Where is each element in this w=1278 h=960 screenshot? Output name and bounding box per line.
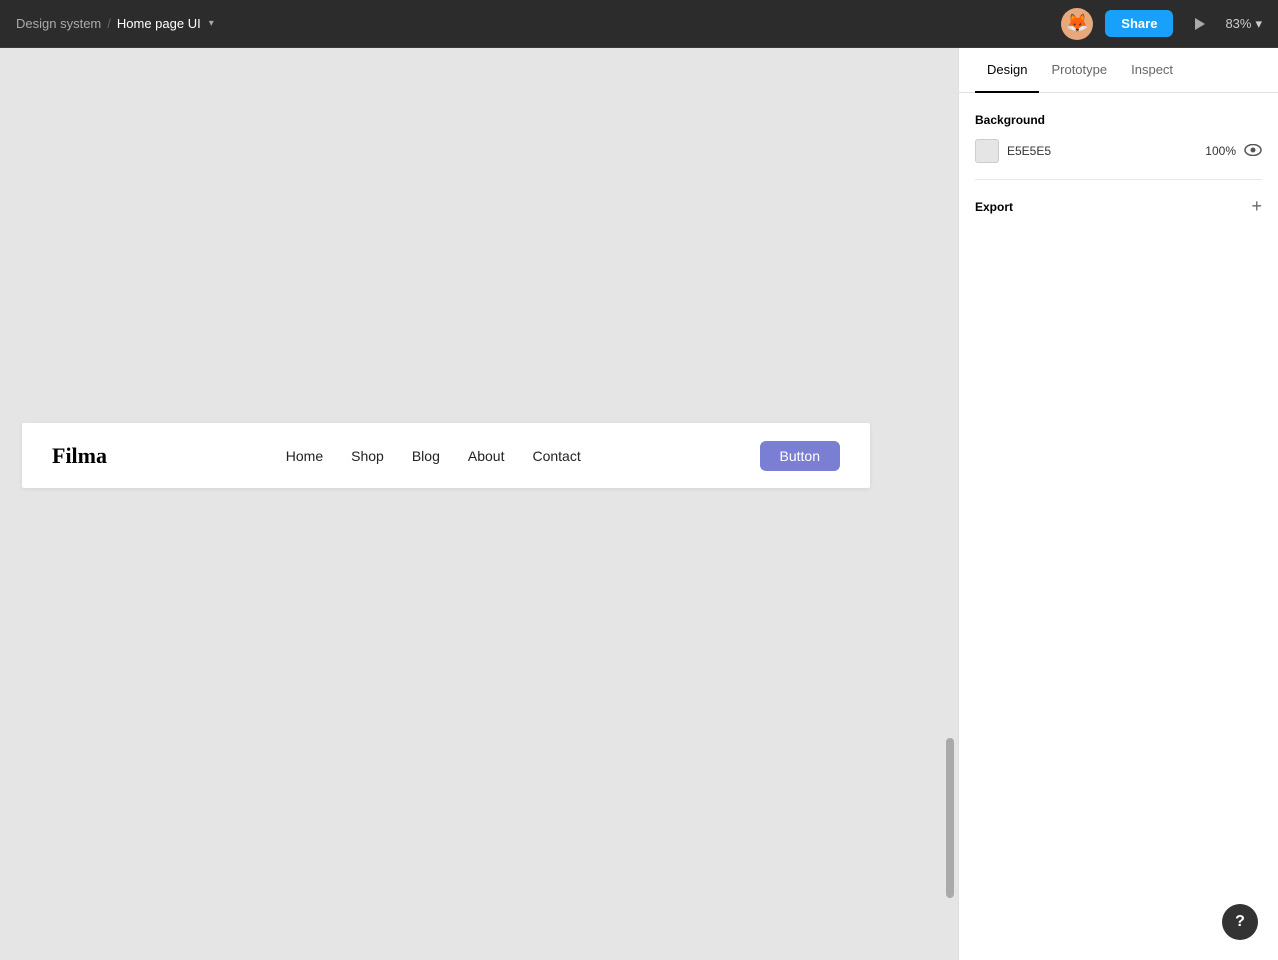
- right-panel: Design Prototype Inspect Background E5E5…: [958, 48, 1278, 960]
- zoom-level: 83%: [1225, 16, 1251, 31]
- topbar: Design system / Home page UI ▾ 🦊 Share 8…: [0, 0, 1278, 48]
- export-add-icon[interactable]: +: [1251, 196, 1262, 217]
- main-area: Filma Home Shop Blog About Contact Butto…: [0, 48, 1278, 960]
- frame-logo: Filma: [52, 443, 107, 469]
- breadcrumb-prefix: Design system: [16, 16, 101, 31]
- background-hex-value: E5E5E5: [1007, 144, 1188, 158]
- canvas[interactable]: Filma Home Shop Blog About Contact Butto…: [0, 48, 958, 960]
- export-row: Export +: [975, 196, 1262, 217]
- nav-item-about[interactable]: About: [468, 448, 505, 464]
- export-section-title: Export: [975, 200, 1013, 214]
- share-button[interactable]: Share: [1105, 10, 1173, 37]
- background-section-title: Background: [975, 113, 1262, 127]
- page-title: Home page UI: [117, 16, 201, 31]
- panel-content: Background E5E5E5 100% Export +: [959, 93, 1278, 960]
- nav-item-contact[interactable]: Contact: [532, 448, 580, 464]
- play-button[interactable]: [1185, 10, 1213, 38]
- nav-item-shop[interactable]: Shop: [351, 448, 384, 464]
- tab-inspect[interactable]: Inspect: [1119, 48, 1185, 93]
- panel-divider: [975, 179, 1262, 180]
- canvas-scrollbar[interactable]: [946, 738, 954, 898]
- ui-frame: Filma Home Shop Blog About Contact Butto…: [22, 423, 870, 488]
- tab-prototype[interactable]: Prototype: [1039, 48, 1119, 93]
- frame-button[interactable]: Button: [760, 441, 840, 471]
- help-button[interactable]: ?: [1222, 904, 1258, 940]
- page-title-chevron-icon[interactable]: ▾: [209, 18, 214, 29]
- zoom-control[interactable]: 83% ▾: [1225, 16, 1262, 32]
- breadcrumb-separator: /: [107, 16, 111, 31]
- breadcrumb: Design system / Home page UI ▾: [16, 16, 214, 31]
- panel-tabs: Design Prototype Inspect: [959, 48, 1278, 93]
- topbar-right: 🦊 Share 83% ▾: [1061, 8, 1262, 40]
- background-row: E5E5E5 100%: [975, 139, 1262, 163]
- avatar[interactable]: 🦊: [1061, 8, 1093, 40]
- background-color-swatch[interactable]: [975, 139, 999, 163]
- tab-design[interactable]: Design: [975, 48, 1039, 93]
- nav-item-blog[interactable]: Blog: [412, 448, 440, 464]
- background-opacity-value: 100%: [1196, 144, 1236, 158]
- visibility-toggle-icon[interactable]: [1244, 143, 1262, 159]
- zoom-chevron-icon: ▾: [1255, 16, 1262, 32]
- frame-nav: Home Shop Blog About Contact: [286, 448, 581, 464]
- nav-item-home[interactable]: Home: [286, 448, 323, 464]
